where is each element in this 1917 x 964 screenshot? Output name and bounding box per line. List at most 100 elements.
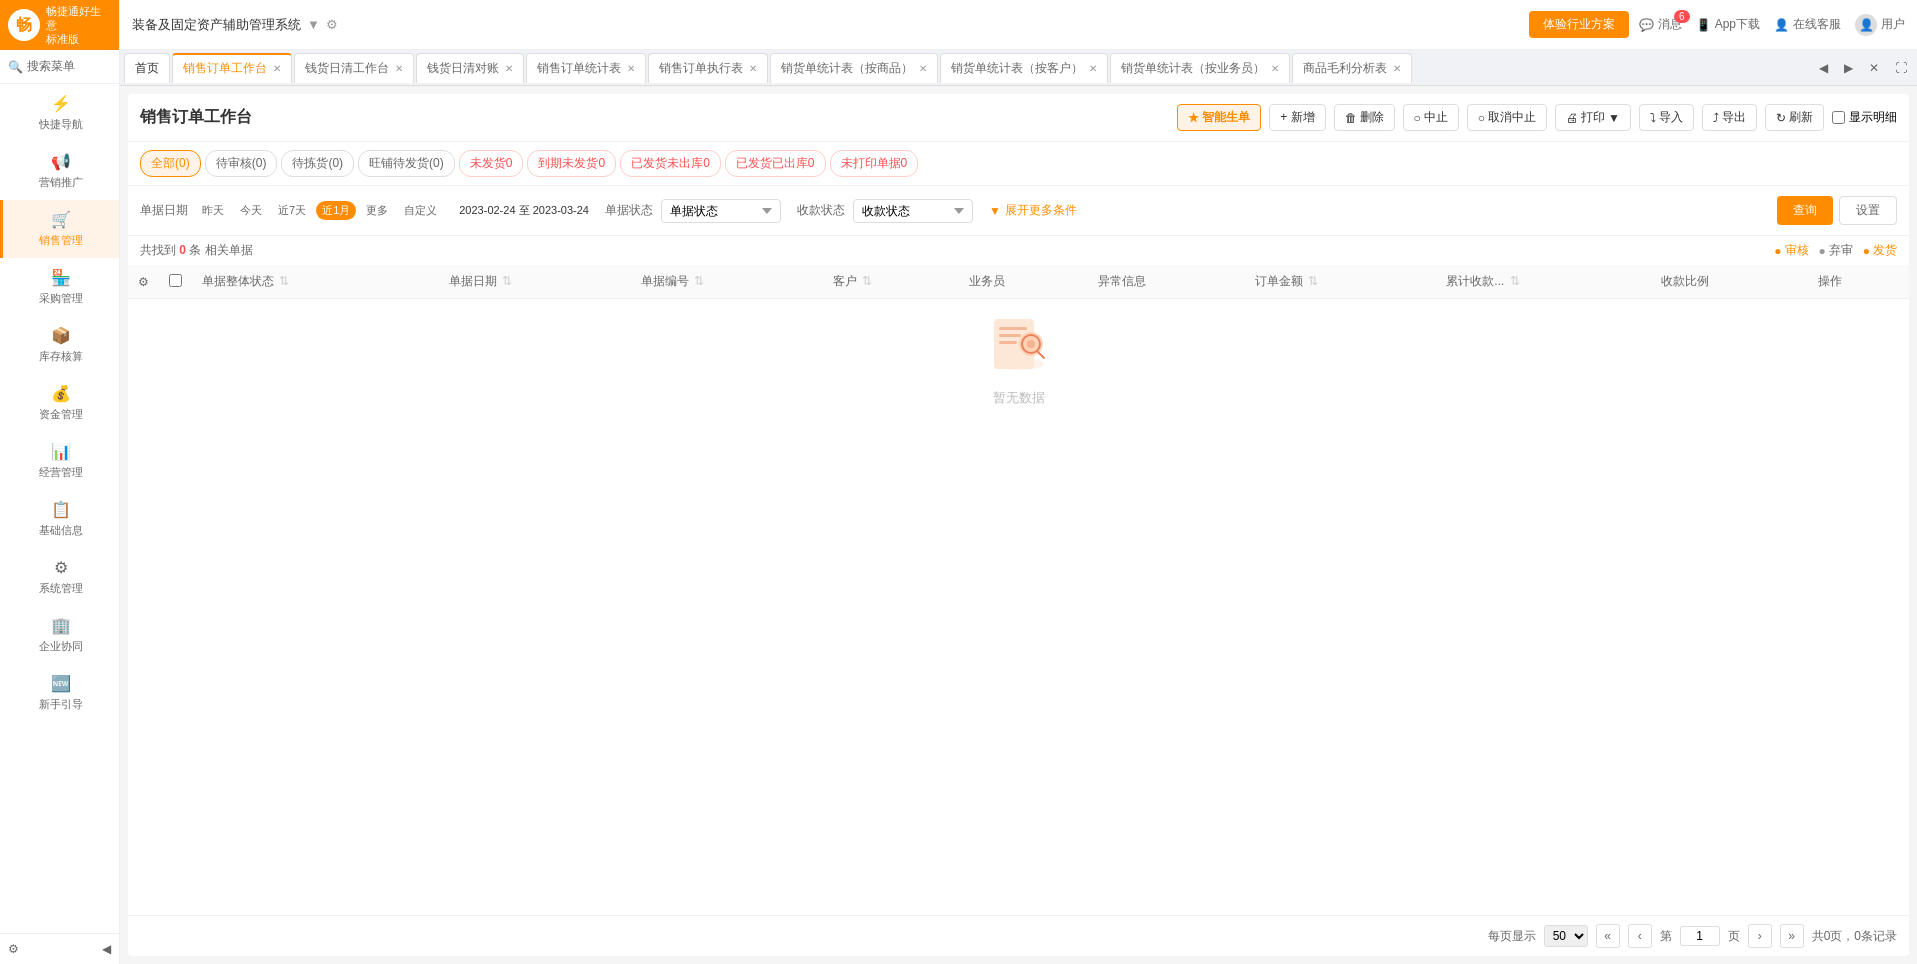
sidebar-item-marketing[interactable]: 📢 营销推广 — [0, 142, 119, 200]
tab-close-sales-summary-staff[interactable]: ✕ — [1271, 63, 1279, 74]
filter-tab-shipped-not-in[interactable]: 已发货未出库0 — [620, 150, 721, 177]
date-range: 昨天 今天 近7天 近1月 更多 自定义 — [196, 201, 443, 220]
table-area: 共找到 0 条 相关单据 ● 审核 ● 弃审 ● — [128, 236, 1909, 915]
ship-action[interactable]: ● 发货 — [1863, 242, 1897, 259]
settings-btn[interactable]: 设置 — [1839, 196, 1897, 225]
query-btn[interactable]: 查询 — [1777, 196, 1833, 225]
dropdown-icon[interactable]: ▼ — [307, 17, 320, 32]
online-service-action[interactable]: 👤 在线客服 — [1774, 16, 1841, 33]
sidebar-item-operations[interactable]: 📊 经营管理 — [0, 432, 119, 490]
next-page-btn[interactable]: › — [1748, 924, 1772, 948]
sidebar-item-system[interactable]: ⚙ 系统管理 — [0, 548, 119, 606]
tab-sales-exec[interactable]: 销售订单执行表 ✕ — [648, 53, 768, 83]
message-action[interactable]: 💬 消息 6 — [1639, 16, 1682, 33]
tab-close-sales-exec[interactable]: ✕ — [749, 63, 757, 74]
shortcut-7days[interactable]: 近7天 — [272, 201, 312, 220]
tab-product-margin[interactable]: 商品毛利分析表 ✕ — [1292, 53, 1412, 83]
tab-cash-reconcile[interactable]: 钱货日清对账 ✕ — [416, 53, 524, 83]
reject-dot: ● — [1819, 244, 1826, 258]
prev-page-btn[interactable]: ‹ — [1628, 924, 1652, 948]
sidebar-item-finance[interactable]: 💰 资金管理 — [0, 374, 119, 432]
filter-tab-not-shipped[interactable]: 未发货0 — [459, 150, 524, 177]
abort-btn[interactable]: ○ 中止 — [1403, 104, 1459, 131]
sort-collected-icon[interactable]: ⇅ — [1510, 274, 1520, 288]
delete-btn[interactable]: 🗑 删除 — [1334, 104, 1395, 131]
tab-next-icon[interactable]: ▶ — [1838, 57, 1859, 79]
sidebar-item-guide[interactable]: 🆕 新手引导 — [0, 664, 119, 722]
new-btn[interactable]: + 新增 — [1269, 104, 1325, 131]
shortcut-today[interactable]: 今天 — [234, 201, 268, 220]
export-btn[interactable]: ⤴ 导出 — [1702, 104, 1757, 131]
tab-sales-summary-product[interactable]: 销货单统计表（按商品） ✕ — [770, 53, 938, 83]
reject-action[interactable]: ● 弃审 — [1819, 242, 1853, 259]
app-download-action[interactable]: 📱 App下载 — [1696, 16, 1760, 33]
sidebar-item-purchase[interactable]: 🏪 采购管理 — [0, 258, 119, 316]
sort-number-icon[interactable]: ⇅ — [694, 274, 704, 288]
sidebar-item-base-info[interactable]: 📋 基础信息 — [0, 490, 119, 548]
user-action[interactable]: 👤 用户 — [1855, 14, 1905, 36]
tab-sales-stats[interactable]: 销售订单统计表 ✕ — [526, 53, 646, 83]
filter-tab-wangpu[interactable]: 旺铺待发货(0) — [358, 150, 455, 177]
first-page-btn[interactable]: « — [1596, 924, 1620, 948]
sidebar-search[interactable]: 🔍 搜索菜单 — [0, 50, 119, 84]
tab-close-cash-daily[interactable]: ✕ — [395, 63, 403, 74]
last-page-btn[interactable]: » — [1780, 924, 1804, 948]
trial-btn[interactable]: 体验行业方案 — [1529, 11, 1629, 38]
sidebar-item-enterprise[interactable]: 🏢 企业协同 — [0, 606, 119, 664]
tab-fullscreen-icon[interactable]: ⛶ — [1889, 57, 1913, 79]
import-btn[interactable]: ⤵ 导入 — [1639, 104, 1694, 131]
tab-close-all-icon[interactable]: ✕ — [1863, 57, 1885, 79]
empty-state: 暂无数据 — [128, 299, 1909, 407]
status-select[interactable]: 单据状态 — [661, 199, 781, 223]
tab-close-sales-summary-customer[interactable]: ✕ — [1089, 63, 1097, 74]
shortcut-custom[interactable]: 自定义 — [398, 201, 443, 220]
finance-icon: 💰 — [51, 384, 71, 403]
sort-amount-icon[interactable]: ⇅ — [1308, 274, 1318, 288]
tab-sales-summary-staff[interactable]: 销货单统计表（按业务员） ✕ — [1110, 53, 1290, 83]
tab-cash-daily[interactable]: 钱货日清工作台 ✕ — [294, 53, 414, 83]
expand-btn[interactable]: ▼ 展开更多条件 — [989, 202, 1077, 219]
filter-tab-pending-check[interactable]: 待拣货(0) — [281, 150, 354, 177]
settings-gear-icon[interactable]: ⚙ — [326, 17, 338, 32]
filter-tab-not-printed[interactable]: 未打印单据0 — [830, 150, 919, 177]
show-detail-label[interactable]: 显示明细 — [1832, 109, 1897, 126]
filter-tab-shipped-out[interactable]: 已发货已出库0 — [725, 150, 826, 177]
cancel-abort-btn[interactable]: ○ 取消中止 — [1467, 104, 1547, 131]
star-icon: ★ — [1188, 111, 1199, 125]
tab-nav: ◀ ▶ ✕ ⛶ — [1813, 57, 1913, 79]
refresh-btn[interactable]: ↻ 刷新 — [1765, 104, 1824, 131]
settings-icon[interactable]: ⚙ — [8, 942, 19, 956]
tab-home[interactable]: 首页 — [124, 53, 170, 83]
tab-sales-workbench[interactable]: 销售订单工作台 ✕ — [172, 53, 292, 83]
filter-tab-all[interactable]: 全部(0) — [140, 150, 201, 177]
shortcut-1month[interactable]: 近1月 — [316, 201, 356, 220]
select-all-checkbox[interactable] — [169, 274, 182, 287]
tab-prev-icon[interactable]: ◀ — [1813, 57, 1834, 79]
col-settings-icon[interactable]: ⚙ — [138, 275, 149, 289]
ship-dot: ● — [1863, 244, 1870, 258]
shortcut-more[interactable]: 更多 — [360, 201, 394, 220]
sidebar-item-sales[interactable]: 🛒 销售管理 — [0, 200, 119, 258]
filter-tab-expired[interactable]: 到期未发货0 — [527, 150, 616, 177]
shortcut-yesterday[interactable]: 昨天 — [196, 201, 230, 220]
page-number-input[interactable] — [1680, 926, 1720, 946]
print-btn[interactable]: 🖨 打印 ▼ — [1555, 104, 1631, 131]
collapse-icon[interactable]: ◀ — [102, 942, 111, 956]
sidebar-item-inventory[interactable]: 📦 库存核算 — [0, 316, 119, 374]
sort-date-icon[interactable]: ⇅ — [502, 274, 512, 288]
page-size-select[interactable]: 50 — [1544, 925, 1588, 947]
review-action[interactable]: ● 审核 — [1774, 242, 1808, 259]
sort-status-icon[interactable]: ⇅ — [279, 274, 289, 288]
tab-close-cash-reconcile[interactable]: ✕ — [505, 63, 513, 74]
filter-tab-pending-review[interactable]: 待审核(0) — [205, 150, 278, 177]
tab-close-sales-stats[interactable]: ✕ — [627, 63, 635, 74]
tab-sales-summary-customer[interactable]: 销货单统计表（按客户） ✕ — [940, 53, 1108, 83]
tab-close-sales-summary-product[interactable]: ✕ — [919, 63, 927, 74]
smart-generate-btn[interactable]: ★ 智能生单 — [1177, 104, 1261, 131]
sidebar-item-quick-nav[interactable]: ⚡ 快捷导航 — [0, 84, 119, 142]
payment-select[interactable]: 收款状态 — [853, 199, 973, 223]
tab-close-sales-workbench[interactable]: ✕ — [273, 63, 281, 74]
tab-close-product-margin[interactable]: ✕ — [1393, 63, 1401, 74]
sort-customer-icon[interactable]: ⇅ — [862, 274, 872, 288]
show-detail-checkbox[interactable] — [1832, 111, 1845, 124]
